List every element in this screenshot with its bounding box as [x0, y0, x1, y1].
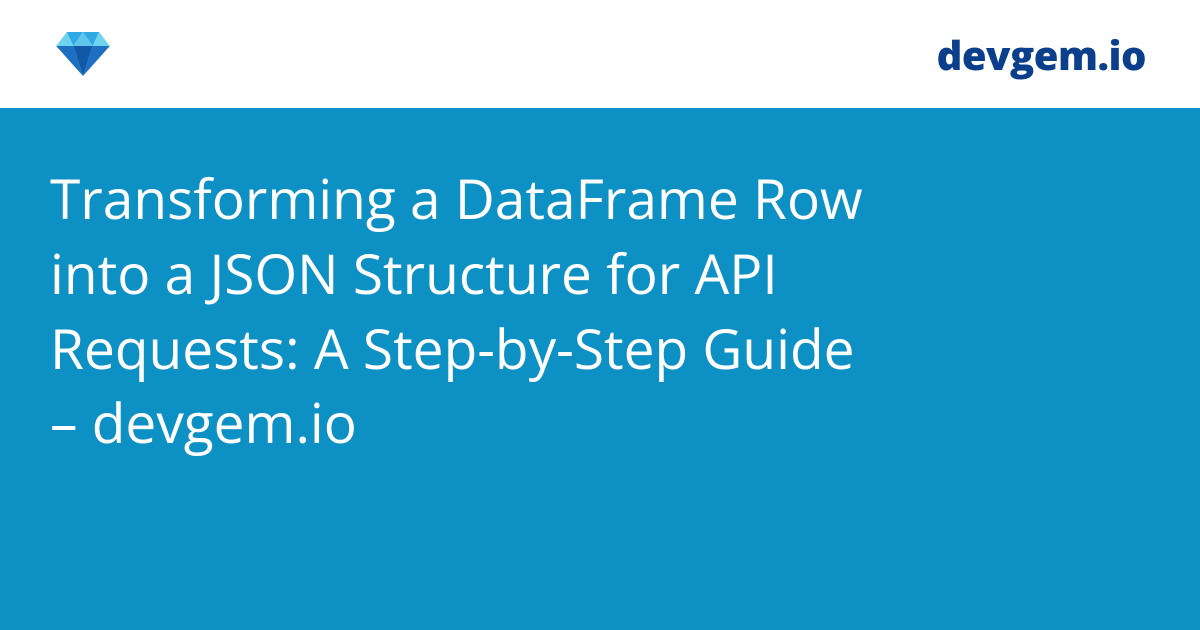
og-card: devgem.io Transforming a DataFrame Row i… — [0, 0, 1200, 630]
brand-name: devgem.io — [937, 27, 1146, 82]
header: devgem.io — [0, 0, 1200, 108]
logo — [56, 32, 110, 76]
gem-icon — [56, 32, 110, 76]
page-title: Transforming a DataFrame Row into a JSON… — [50, 162, 870, 461]
hero: Transforming a DataFrame Row into a JSON… — [0, 108, 1200, 630]
